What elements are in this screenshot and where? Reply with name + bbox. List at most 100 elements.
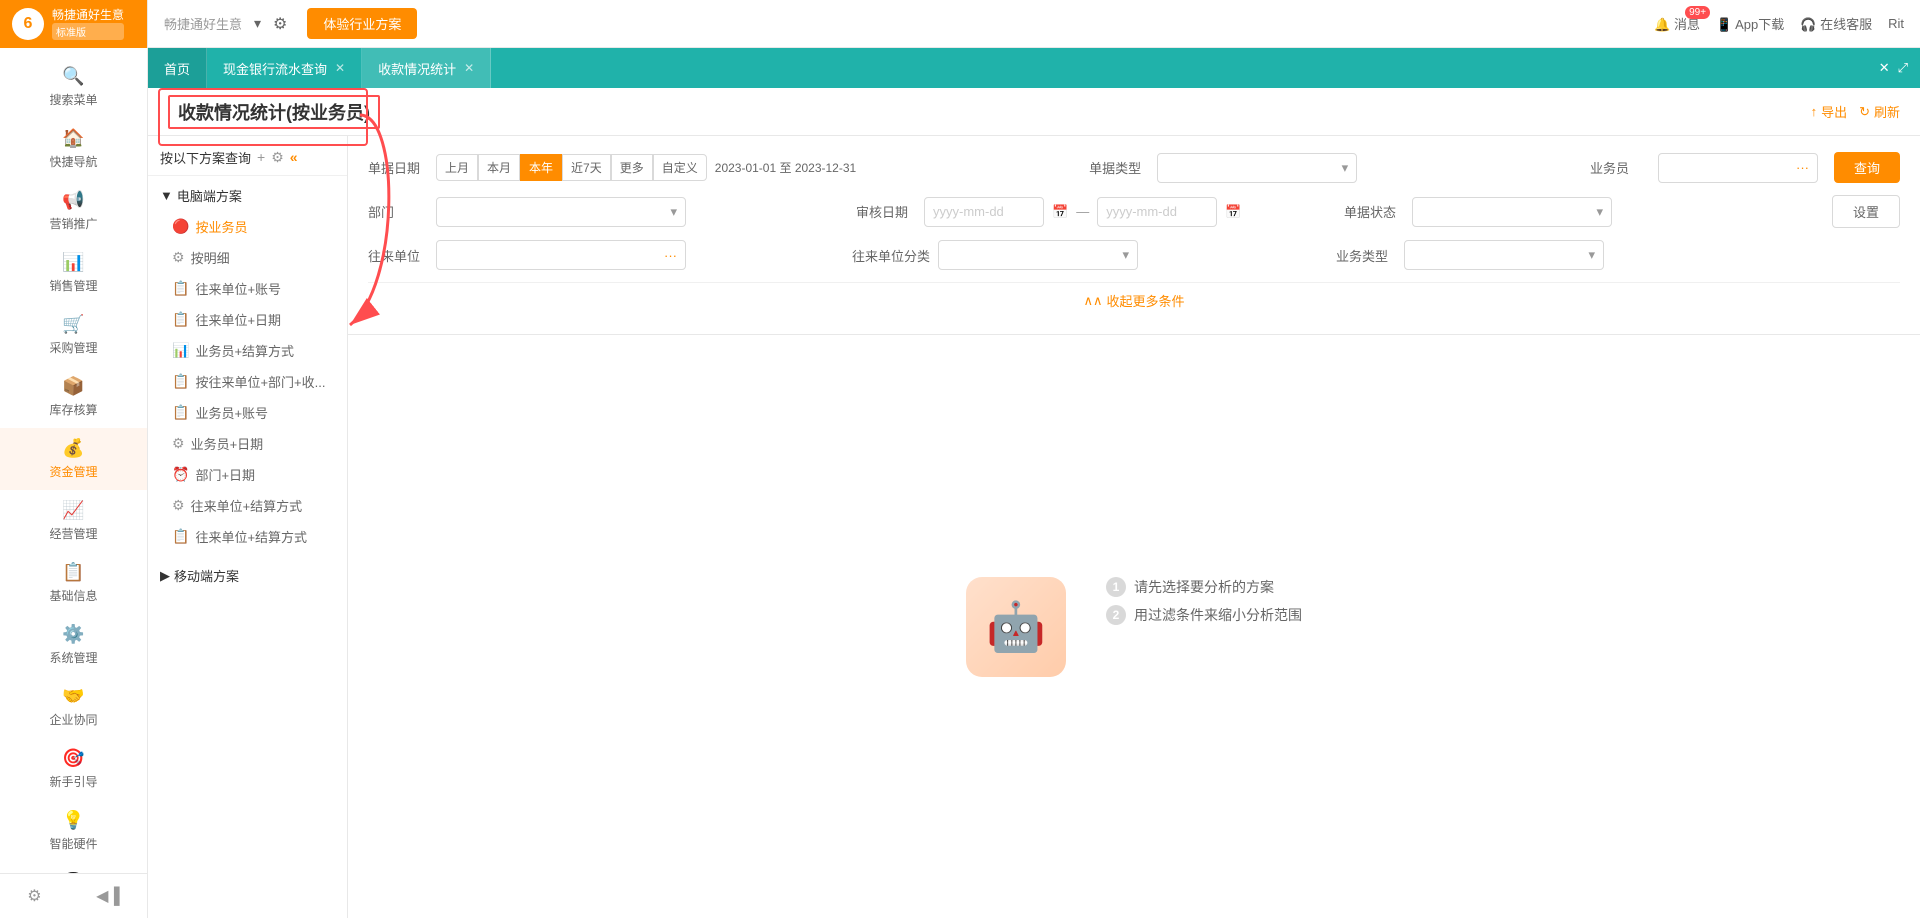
partner-date-icon: 📋 — [172, 311, 189, 328]
date-tab-7days[interactable]: 近7天 — [562, 154, 611, 181]
close-all-icon[interactable]: ✕ — [1879, 60, 1890, 76]
scheme-item-label: 往来单位+账号 — [195, 279, 281, 298]
desktop-group-title[interactable]: ▼ 电脑端方案 — [148, 180, 347, 211]
group-label: 电脑端方案 — [177, 186, 242, 205]
partner-category-label: 往来单位分类 — [852, 246, 930, 265]
sidebar-item-purchase[interactable]: 🛒 采购管理 — [0, 304, 147, 366]
scheme-settings-btn[interactable]: ⚙ — [271, 149, 284, 166]
department-select[interactable]: ▾ — [436, 197, 686, 227]
topbar: 畅捷通好生意 ▾ ⚙ 体验行业方案 🔔 消息 99+ 📱 App下载 🎧 在线客… — [148, 0, 1920, 48]
notification-btn[interactable]: 🔔 消息 99+ — [1654, 14, 1700, 33]
tip-num-1: 1 — [1106, 577, 1126, 597]
query-button[interactable]: 查询 — [1834, 152, 1900, 183]
search-icon: 🔍 — [62, 66, 84, 87]
voucher-status-select[interactable]: ▾ — [1412, 197, 1612, 227]
partner-dept-icon: 📋 — [172, 373, 189, 390]
left-panel: 按以下方案查询 + ⚙ « ▼ 电脑端方案 🔴 按业务员 ⚙ — [148, 136, 348, 918]
scheme-item-partner-dept[interactable]: 📋 按往来单位+部门+收... — [148, 366, 347, 397]
scheme-item-dept-date[interactable]: ⏰ 部门+日期 — [148, 459, 347, 490]
scheme-item-label: 按业务员 — [195, 217, 247, 236]
salesman-select[interactable]: ··· — [1658, 153, 1818, 183]
sidebar-item-business[interactable]: 📈 经营管理 — [0, 490, 147, 552]
marketing-icon: 📢 — [62, 190, 84, 211]
review-date-start[interactable]: yyyy-mm-dd — [924, 197, 1044, 227]
settings-button[interactable]: 设置 — [1832, 195, 1900, 228]
date-tab-more[interactable]: 更多 — [611, 154, 653, 181]
tab-bar: 首页 现金银行流水查询 ✕ 收款情况统计 ✕ ✕ ⤢ — [148, 48, 1920, 88]
sidebar-item-sales[interactable]: 📊 销售管理 — [0, 242, 147, 304]
scheme-item-partner-settlement1[interactable]: ⚙ 往来单位+结算方式 — [148, 490, 347, 521]
partner-select[interactable]: ··· — [436, 240, 686, 270]
date-tab-this-month[interactable]: 本月 — [478, 154, 520, 181]
scheme-item-salesman-date[interactable]: ⚙ 业务员+日期 — [148, 428, 347, 459]
sidebar-item-hardware[interactable]: 💡 智能硬件 — [0, 800, 147, 862]
filter-area: 单据日期 上月 本月 本年 近7天 更多 自定义 2023-01-01 至 20… — [348, 136, 1920, 335]
sidebar-item-collab[interactable]: 🤝 企业协同 — [0, 676, 147, 738]
business-type-select[interactable]: ▾ — [1404, 240, 1604, 270]
main-content: 畅捷通好生意 ▾ ⚙ 体验行业方案 🔔 消息 99+ 📱 App下载 🎧 在线客… — [148, 0, 1920, 918]
sidebar-item-marketing[interactable]: 📢 营销推广 — [0, 180, 147, 242]
sales-icon: 📊 — [62, 252, 84, 273]
salesman-more-icon[interactable]: ··· — [1796, 160, 1809, 175]
scheme-item-salesman-settlement[interactable]: 📊 业务员+结算方式 — [148, 335, 347, 366]
review-date-end[interactable]: yyyy-mm-dd — [1097, 197, 1217, 227]
sidebar-settings-btn[interactable]: ⚙ — [27, 886, 41, 906]
export-button[interactable]: ↑ 导出 — [1811, 102, 1848, 121]
calendar-end-icon[interactable]: 📅 — [1225, 204, 1241, 220]
finance-icon: 💰 — [62, 438, 84, 459]
department-label: 部门 — [368, 202, 428, 221]
sidebar-item-quicknav[interactable]: 🏠 快捷导航 — [0, 118, 147, 180]
date-tab-this-year[interactable]: 本年 — [520, 154, 562, 181]
sidebar-item-guide[interactable]: 🎯 新手引导 — [0, 738, 147, 800]
sidebar-bottom: ⚙ ◀▐ — [0, 873, 147, 918]
add-scheme-btn[interactable]: + — [257, 149, 265, 166]
sidebar-item-basic[interactable]: 📋 基础信息 — [0, 552, 147, 614]
mobile-group-title[interactable]: ▶ 移动端方案 — [148, 560, 347, 591]
collapse-filter-btn[interactable]: ∧∧ 收起更多条件 — [368, 282, 1900, 318]
hardware-icon: 💡 — [62, 810, 84, 831]
scheme-item-detail[interactable]: ⚙ 按明细 — [148, 242, 347, 273]
voucher-type-select[interactable]: ▾ — [1157, 153, 1357, 183]
dept-date-icon: ⏰ — [172, 466, 189, 483]
scheme-item-partner-account[interactable]: 📋 往来单位+账号 — [148, 273, 347, 304]
scheme-item-partner-settlement2[interactable]: 📋 往来单位+结算方式 — [148, 521, 347, 552]
notification-badge: 99+ — [1685, 6, 1710, 19]
refresh-button[interactable]: ↻ 刷新 — [1859, 102, 1900, 121]
maximize-icon[interactable]: ⤢ — [1898, 60, 1908, 76]
tab-bank-flow[interactable]: 现金银行流水查询 ✕ — [207, 48, 362, 88]
collab-icon: 🤝 — [62, 686, 84, 707]
partner-settlement2-icon: 📋 — [172, 528, 189, 545]
sidebar-item-search[interactable]: 🔍 搜索菜单 — [0, 56, 147, 118]
date-tab-custom[interactable]: 自定义 — [653, 154, 707, 181]
voucher-type-arrow: ▾ — [1342, 160, 1349, 176]
tab-collection[interactable]: 收款情况统计 ✕ — [362, 48, 491, 88]
calendar-start-icon[interactable]: 📅 — [1052, 204, 1068, 220]
tab-close-bank[interactable]: ✕ — [335, 61, 345, 75]
sidebar-item-label: 智能硬件 — [49, 835, 97, 852]
partner-account-icon: 📋 — [172, 280, 189, 297]
sidebar-collapse-btn[interactable]: ◀▐ — [96, 886, 120, 906]
scheme-item-salesman[interactable]: 🔴 按业务员 — [148, 211, 347, 242]
customer-service-btn[interactable]: 🎧 在线客服 — [1800, 14, 1872, 33]
sidebar-item-system[interactable]: ⚙️ 系统管理 — [0, 614, 147, 676]
tab-home[interactable]: 首页 — [148, 48, 207, 88]
partner-category-select[interactable]: ▾ — [938, 240, 1138, 270]
partner-more-icon[interactable]: ··· — [664, 248, 677, 263]
scheme-item-partner-date[interactable]: 📋 往来单位+日期 — [148, 304, 347, 335]
trial-button[interactable]: 体验行业方案 — [307, 8, 417, 39]
scheme-item-salesman-account[interactable]: 📋 业务员+账号 — [148, 397, 347, 428]
dropdown-arrow[interactable]: ▾ — [254, 15, 261, 32]
date-label: 单据日期 — [368, 158, 428, 177]
panel-collapse-btn[interactable]: « — [290, 149, 298, 166]
app-download-btn[interactable]: 📱 App下载 — [1716, 14, 1784, 33]
sidebar-item-inventory[interactable]: 📦 库存核算 — [0, 366, 147, 428]
topbar-gear-icon[interactable]: ⚙ — [273, 14, 287, 34]
sidebar-item-finance[interactable]: 💰 资金管理 — [0, 428, 147, 490]
panel-title: 按以下方案查询 — [160, 148, 251, 167]
sidebar-item-weixin[interactable]: 💬 企业微信 — [0, 862, 147, 873]
user-avatar[interactable]: Rit — [1888, 16, 1904, 31]
date-tab-last-month[interactable]: 上月 — [436, 154, 478, 181]
export-icon: ↑ — [1811, 104, 1818, 119]
purchase-icon: 🛒 — [62, 314, 84, 335]
tab-close-collection[interactable]: ✕ — [464, 61, 474, 75]
